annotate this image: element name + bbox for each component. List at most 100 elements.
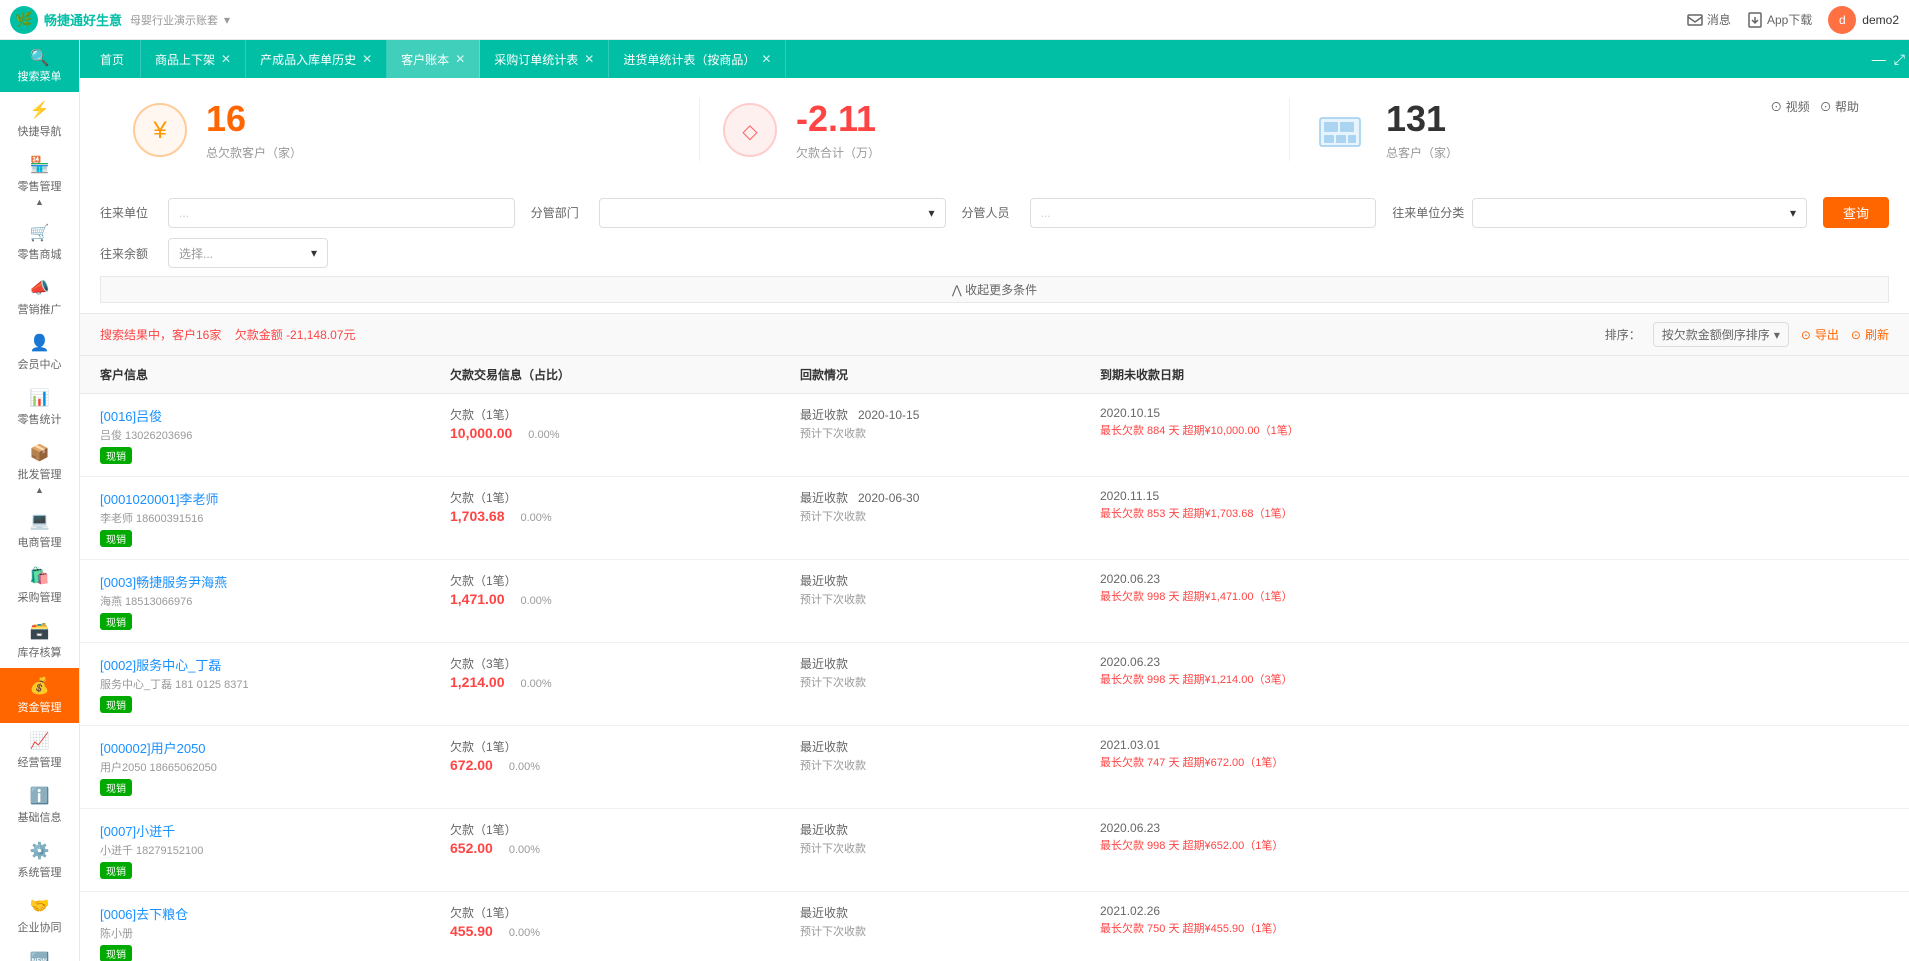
customer-name-4[interactable]: [0002]服务中心_丁磊 — [100, 658, 221, 673]
stat-value-debt-customers: 16 — [206, 98, 679, 140]
filter-select-category[interactable]: ▾ — [1472, 198, 1807, 228]
customer-name-6[interactable]: [0007]小迸千 — [100, 824, 175, 839]
tab-close-goods-stats[interactable]: ✕ — [761, 52, 771, 66]
sidebar-item-purchase[interactable]: 🛍️ 采购管理 — [0, 558, 79, 613]
filter-label-balance: 往来余额 — [100, 245, 160, 262]
sidebar-item-retail-shop[interactable]: 🛒 零售商城 — [0, 215, 79, 270]
table-row: [0016]吕俊 吕俊 13026203696 现销 欠款（1笔） 10,000… — [80, 394, 1909, 477]
filter-select-balance[interactable]: 选择... ▾ — [168, 238, 328, 268]
top-bar: 🌿 畅捷通好生意 母婴行业演示账套 ▾ 消息 App下载 d demo2 — [0, 0, 1909, 40]
sidebar-item-operations[interactable]: 📈 经营管理 — [0, 723, 79, 778]
filter-label-dept: 分管部门 — [531, 204, 591, 221]
filter-input-person[interactable]: ... — [1030, 198, 1377, 228]
sidebar-item-collab[interactable]: 🤝 企业协同 — [0, 888, 79, 943]
filter-item-balance: 往来余额 选择... ▾ — [100, 238, 1889, 268]
help-btn[interactable]: ⊙ 帮助 — [1820, 98, 1859, 115]
sidebar-item-basic-info[interactable]: ℹ️ 基础信息 — [0, 778, 79, 833]
sidebar-item-retail-stats[interactable]: 📊 零售统计 — [0, 380, 79, 435]
debt-info-4: 欠款（3笔） 1,214.00 0.00% — [450, 655, 800, 690]
tab-production-history[interactable]: 产成品入库单历史 ✕ — [246, 40, 387, 78]
results-info: 搜索结果中，客户16家 欠款金额 -21,148.07元 — [100, 326, 355, 343]
customer-info-5: [000002]用户2050 用户2050 18665062050 现销 — [100, 738, 450, 796]
stat-info-3: 131 总客户（家） — [1386, 98, 1754, 161]
overdue-link-2[interactable]: 超期¥1,703.68（1笔） — [1183, 508, 1293, 520]
customer-badge-4: 现销 — [100, 696, 132, 713]
overdue-link-5[interactable]: 超期¥672.00（1笔） — [1183, 757, 1284, 769]
tab-close-customer-ledger[interactable]: ✕ — [455, 52, 465, 66]
sort-select[interactable]: 按欠款金额倒序排序 ▾ — [1653, 322, 1789, 347]
overdue-link-3[interactable]: 超期¥1,471.00（1笔） — [1183, 591, 1293, 603]
tab-close-production-history[interactable]: ✕ — [362, 52, 372, 66]
debt-info-5: 欠款（1笔） 672.00 0.00% — [450, 738, 800, 773]
tab-purchase-stats[interactable]: 采购订单统计表 ✕ — [480, 40, 609, 78]
customer-info-7: [0006]去下粮仓 陈小册 现销 — [100, 904, 450, 961]
sidebar-item-guide[interactable]: 🆕 新手引导 — [0, 943, 79, 961]
app-download-btn[interactable]: App下载 — [1747, 11, 1812, 28]
customer-phone-3: 海燕 18513066976 — [100, 593, 450, 609]
sidebar-item-member[interactable]: 👤 会员中心 — [0, 325, 79, 380]
stat-card-debt-customers: ¥ 16 总欠款客户（家） — [110, 98, 700, 161]
filter-input-unit-dots: ... — [179, 206, 189, 220]
sidebar-item-inventory[interactable]: 🗃️ 库存核算 — [0, 613, 79, 668]
export-button[interactable]: ⊙ 导出 — [1801, 326, 1839, 343]
customer-phone-2: 李老师 18600391516 — [100, 510, 450, 526]
customer-info-1: [0016]吕俊 吕俊 13026203696 现销 — [100, 406, 450, 464]
customer-phone-5: 用户2050 18665062050 — [100, 759, 450, 775]
customer-name-7[interactable]: [0006]去下粮仓 — [100, 907, 188, 922]
tab-bar: 首页 商品上下架 ✕ 产成品入库单历史 ✕ 客户账本 ✕ 采购订单统计表 ✕ — [80, 40, 1909, 78]
sidebar-item-system[interactable]: ⚙️ 系统管理 — [0, 833, 79, 888]
customer-name-1[interactable]: [0016]吕俊 — [100, 409, 162, 424]
sidebar-item-marketing[interactable]: 📣 营销推广 — [0, 270, 79, 325]
filter-input-unit[interactable]: ... — [168, 198, 515, 228]
tab-close-purchase-stats[interactable]: ✕ — [584, 52, 594, 66]
customer-name-2[interactable]: [0001020001]李老师 — [100, 492, 219, 507]
col-header-debt: 欠款交易信息（占比） — [450, 366, 800, 383]
col-header-customer: 客户信息 — [100, 366, 450, 383]
table-row: [0007]小迸千 小迸千 18279152100 现销 欠款（1笔） 652.… — [80, 809, 1909, 892]
tab-maximize-icon[interactable]: ⤢ — [1894, 51, 1905, 68]
nav-dropdown[interactable]: ▾ — [224, 13, 230, 27]
customer-phone-1: 吕俊 13026203696 — [100, 427, 450, 443]
table-row: [000002]用户2050 用户2050 18665062050 现销 欠款（… — [80, 726, 1909, 809]
collapse-bar[interactable]: ⋀ 收起更多条件 — [100, 276, 1889, 303]
message-btn[interactable]: 消息 — [1687, 11, 1731, 28]
debt-amount-1: 10,000.00 — [450, 425, 512, 441]
sidebar-item-capital[interactable]: 💰 资金管理 — [0, 668, 79, 723]
overdue-link-4[interactable]: 超期¥1,214.00（3笔） — [1183, 674, 1293, 686]
debt-info-2: 欠款（1笔） 1,703.68 0.00% — [450, 489, 800, 524]
debt-info-1: 欠款（1笔） 10,000.00 0.00% — [450, 406, 800, 441]
sidebar-item-retail-mgmt[interactable]: 🏪 零售管理 ▲ — [0, 147, 79, 215]
overdue-link-1[interactable]: 超期¥10,000.00（1笔） — [1183, 425, 1299, 437]
stat-label-total-customers: 总客户（家） — [1386, 144, 1754, 161]
due-info-7: 2021.02.26 最长欠款 750 天 超期¥455.90（1笔） — [1100, 904, 1889, 936]
sidebar-item-wholesale[interactable]: 📦 批发管理 ▲ — [0, 435, 79, 503]
overdue-link-6[interactable]: 超期¥652.00（1笔） — [1183, 840, 1284, 852]
due-info-3: 2020.06.23 最长欠款 998 天 超期¥1,471.00（1笔） — [1100, 572, 1889, 604]
stat-top-actions: ⊙ 视频 ⊙ 帮助 — [1770, 98, 1859, 115]
filter-label-category: 往来单位分类 — [1392, 204, 1464, 221]
query-button[interactable]: 查询 — [1823, 197, 1889, 228]
stat-info-2: -2.11 欠款合计（万） — [796, 98, 1269, 161]
content-area: 首页 商品上下架 ✕ 产成品入库单历史 ✕ 客户账本 ✕ 采购订单统计表 ✕ — [80, 40, 1909, 961]
tab-goods-stats[interactable]: 进货单统计表（按商品） ✕ — [609, 40, 786, 78]
filter-item-unit: 往来单位 ... — [100, 198, 515, 228]
overdue-link-7[interactable]: 超期¥455.90（1笔） — [1183, 923, 1284, 935]
tab-home[interactable]: 首页 — [84, 40, 141, 78]
logo-icon: 🌿 — [10, 6, 38, 34]
tab-minimize-icon[interactable]: — — [1872, 51, 1886, 67]
customer-name-3[interactable]: [0003]畅捷服务尹海燕 — [100, 575, 227, 590]
sidebar-search[interactable]: 🔍 搜索菜单 — [0, 40, 79, 92]
filter-label-person: 分管人员 — [962, 204, 1022, 221]
refresh-button[interactable]: ⊙ 刷新 — [1851, 326, 1889, 343]
sidebar-item-ecommerce[interactable]: 💻 电商管理 — [0, 503, 79, 558]
sidebar-item-quick-nav[interactable]: ⚡ 快捷导航 — [0, 92, 79, 147]
tab-product-listing[interactable]: 商品上下架 ✕ — [141, 40, 246, 78]
user-area[interactable]: d demo2 — [1828, 6, 1899, 34]
stat-value-total-debt: -2.11 — [796, 98, 1269, 140]
filter-select-dept[interactable]: ▾ — [599, 198, 946, 228]
tab-close-product-listing[interactable]: ✕ — [221, 52, 231, 66]
view-video-btn[interactable]: ⊙ 视频 — [1770, 98, 1809, 115]
debt-info-6: 欠款（1笔） 652.00 0.00% — [450, 821, 800, 856]
customer-name-5[interactable]: [000002]用户2050 — [100, 741, 206, 756]
tab-customer-ledger[interactable]: 客户账本 ✕ — [387, 40, 480, 78]
